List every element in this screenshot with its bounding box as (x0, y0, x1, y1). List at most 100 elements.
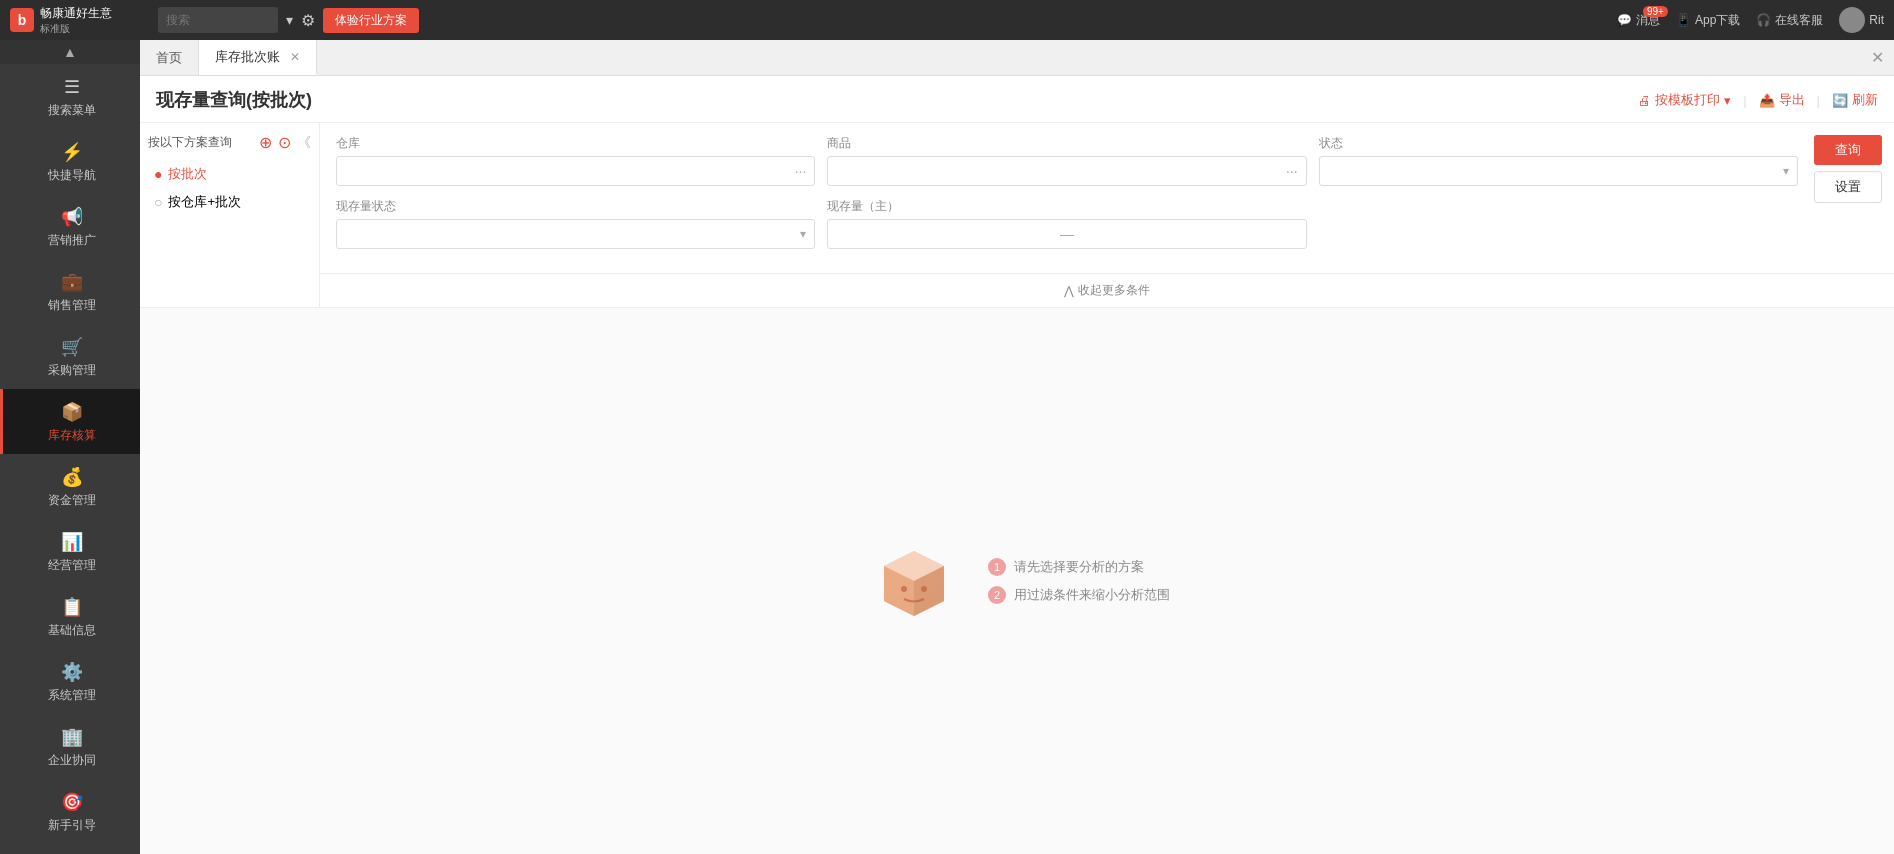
tab-home-label: 首页 (156, 49, 182, 67)
page-content: 现存量查询(按批次) 🖨 按模板打印 ▾ | 📤 导出 | 🔄 (140, 76, 1894, 854)
sidebar-item-label-operations: 经营管理 (48, 557, 96, 574)
empty-state: 1 请先选择要分析的方案 2 用过滤条件来缩小分析范围 (140, 308, 1894, 854)
sidebar-item-label-basic: 基础信息 (48, 622, 96, 639)
tab-bar: 首页 库存批次账 ✕ ✕ (140, 40, 1894, 76)
empty-tip-2: 2 用过滤条件来缩小分析范围 (988, 586, 1170, 604)
sidebar-scroll-up[interactable]: ▲ (0, 40, 140, 64)
warehouse-more-icon[interactable]: ··· (795, 163, 807, 179)
print-icon: 🖨 (1638, 93, 1651, 108)
stock-qty-to-input[interactable] (1080, 227, 1298, 242)
sidebar-item-search[interactable]: ☰ 搜索菜单 (0, 64, 140, 129)
scheme-item-label-warehousebatch: 按仓库+批次 (168, 193, 241, 211)
sidebar-item-label-marketing: 营销推广 (48, 232, 96, 249)
sidebar-item-basic[interactable]: 📋 基础信息 (0, 584, 140, 649)
tab-close-btn[interactable]: ✕ (290, 50, 300, 64)
sidebar: ▲ ☰ 搜索菜单 ⚡ 快捷导航 📢 营销推广 💼 销售管理 🛒 采购管理 📦 库… (0, 40, 140, 854)
goods-input[interactable] (836, 164, 1286, 179)
scheme-add-btn[interactable]: ⊕ (259, 133, 272, 152)
tab-inventory-batch-label: 库存批次账 (215, 48, 280, 66)
refresh-btn[interactable]: 🔄 刷新 (1832, 91, 1878, 109)
sidebar-item-finance[interactable]: 💰 资金管理 (0, 454, 140, 519)
stock-qty-wrapper: — (827, 219, 1306, 249)
settings-btn[interactable]: 设置 (1814, 171, 1882, 203)
print-btn[interactable]: 🖨 按模板打印 ▾ (1638, 91, 1731, 109)
export-btn[interactable]: 📤 导出 (1759, 91, 1805, 109)
message-badge: 99+ (1643, 6, 1668, 17)
warehouse-input-wrapper[interactable]: ··· (336, 156, 815, 186)
sidebar-item-system[interactable]: ⚙️ 系统管理 (0, 649, 140, 714)
search-menu-icon: ☰ (64, 76, 80, 98)
company-name: 畅康通好生意 (40, 5, 112, 22)
scheme-inactive-icon: ○ (154, 194, 162, 210)
user-avatar-btn[interactable]: Rit (1839, 7, 1884, 33)
query-buttons: 查询 设置 (1814, 123, 1894, 215)
stock-status-chevron-icon: ▾ (800, 227, 806, 241)
scheme-item-warehouse-batch[interactable]: ○ 按仓库+批次 (148, 188, 311, 216)
edition-label: 标准版 (40, 22, 112, 36)
sidebar-item-operations[interactable]: 📊 经营管理 (0, 519, 140, 584)
stock-status-select[interactable]: ▾ (336, 219, 815, 249)
action-divider-2: | (1817, 93, 1820, 108)
sidebar-item-enterprise[interactable]: 🏢 企业协同 (0, 714, 140, 779)
warehouse-input[interactable] (345, 164, 795, 179)
title-actions: 🖨 按模板打印 ▾ | 📤 导出 | 🔄 刷新 (1638, 91, 1878, 109)
empty-state-inner: 1 请先选择要分析的方案 2 用过滤条件来缩小分析范围 (864, 531, 1170, 631)
status-label: 状态 (1319, 135, 1798, 152)
app-download-btn[interactable]: 📱 App下载 (1676, 12, 1740, 29)
status-select[interactable]: ▾ (1319, 156, 1798, 186)
filter-and-buttons: 仓库 ··· 商品 (320, 123, 1894, 307)
sidebar-item-appcenter[interactable]: 🔧 应用中心 (0, 844, 140, 854)
filter-buttons-row: 仓库 ··· 商品 (320, 123, 1894, 273)
svg-point-5 (921, 586, 927, 592)
tip-num-2: 2 (988, 586, 1006, 604)
sidebar-item-marketing[interactable]: 📢 营销推广 (0, 194, 140, 259)
tab-inventory-batch[interactable]: 库存批次账 ✕ (199, 40, 317, 75)
refresh-label: 刷新 (1852, 91, 1878, 109)
header-search-dropdown[interactable]: ▾ (286, 12, 293, 28)
scheme-settings-btn[interactable]: ⊙ (278, 133, 291, 152)
goods-input-wrapper[interactable]: ··· (827, 156, 1306, 186)
online-service-btn[interactable]: 🎧 在线客服 (1756, 12, 1823, 29)
sidebar-item-label-enterprise: 企业协同 (48, 752, 96, 769)
print-label: 按模板打印 (1655, 91, 1720, 109)
header-gear-btn[interactable]: ⚙ (301, 11, 315, 30)
message-btn[interactable]: 💬 消息 99+ (1617, 12, 1660, 29)
operations-icon: 📊 (61, 531, 83, 553)
stock-status-label: 现存量状态 (336, 198, 815, 215)
sidebar-item-label-newbie: 新手引导 (48, 817, 96, 834)
user-name: Rit (1869, 13, 1884, 27)
app-logo-icon: b (10, 8, 34, 32)
sidebar-item-label-quicknav: 快捷导航 (48, 167, 96, 184)
status-chevron-icon: ▾ (1783, 164, 1789, 178)
collapse-up-icon: ⋀ (1064, 284, 1074, 298)
sidebar-item-label-finance: 资金管理 (48, 492, 96, 509)
avatar (1839, 7, 1865, 33)
filter-panel: 仓库 ··· 商品 (320, 123, 1814, 273)
svg-point-4 (901, 586, 907, 592)
sidebar-item-label-inventory: 库存核算 (48, 427, 96, 444)
sidebar-item-purchase[interactable]: 🛒 采购管理 (0, 324, 140, 389)
sidebar-item-newbie[interactable]: 🎯 新手引导 (0, 779, 140, 844)
scheme-active-icon: ● (154, 166, 162, 182)
scheme-item-batch[interactable]: ● 按批次 (148, 160, 311, 188)
warehouse-field: 仓库 ··· (336, 135, 815, 186)
scheme-collapse-btn[interactable]: 《 (297, 134, 311, 152)
sidebar-item-inventory[interactable]: 📦 库存核算 (0, 389, 140, 454)
status-field: 状态 ▾ (1319, 135, 1798, 186)
header-search-input[interactable] (158, 7, 278, 33)
sidebar-item-sales[interactable]: 💼 销售管理 (0, 259, 140, 324)
collapse-more-label: 收起更多条件 (1078, 282, 1150, 299)
query-btn[interactable]: 查询 (1814, 135, 1882, 165)
collapse-more-btn[interactable]: ⋀ 收起更多条件 (320, 273, 1894, 307)
tab-home[interactable]: 首页 (140, 40, 199, 75)
tab-close-panel-btn[interactable]: ✕ (1861, 48, 1894, 67)
goods-more-icon[interactable]: ··· (1286, 163, 1298, 179)
content-area: 首页 库存批次账 ✕ ✕ 现存量查询(按批次) 🖨 按模板打印 ▾ | (140, 40, 1894, 854)
sales-icon: 💼 (61, 271, 83, 293)
enterprise-icon: 🏢 (61, 726, 83, 748)
stock-qty-from-input[interactable] (836, 227, 1054, 242)
sidebar-item-label-system: 系统管理 (48, 687, 96, 704)
trial-btn[interactable]: 体验行业方案 (323, 8, 419, 33)
sidebar-item-quick-nav[interactable]: ⚡ 快捷导航 (0, 129, 140, 194)
query-panel: 按以下方案查询 ⊕ ⊙ 《 ● 按批次 ○ 按仓库+批次 (140, 123, 1894, 308)
